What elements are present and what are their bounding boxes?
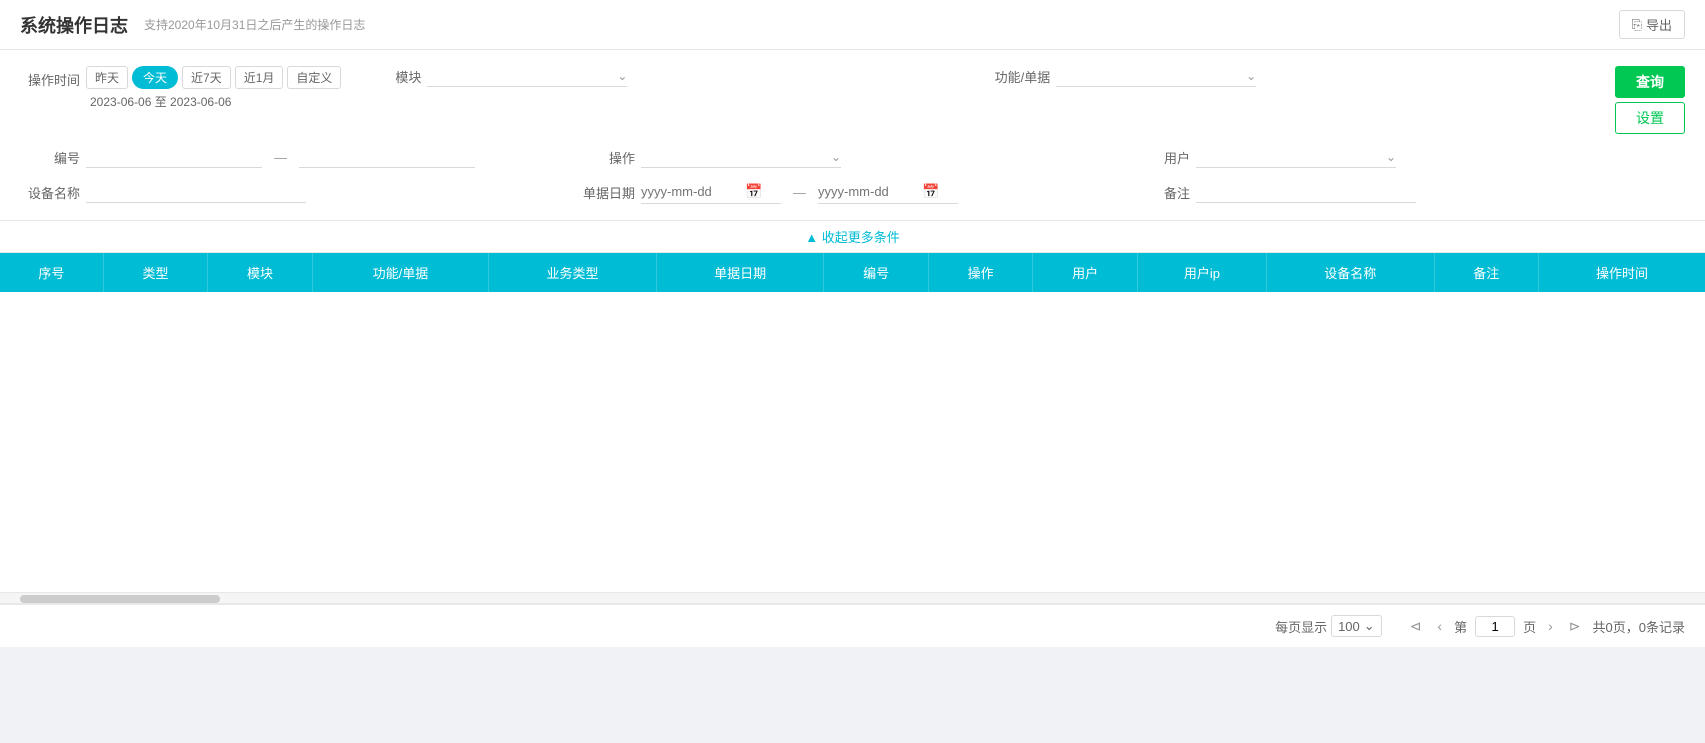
col-userip: 用户ip	[1137, 253, 1266, 292]
module-chevron-icon: ⌄	[617, 69, 627, 83]
time-btn-1month[interactable]: 近1月	[235, 66, 284, 89]
page-size-select[interactable]: 100 ⌄	[1331, 615, 1382, 637]
time-btn-7days[interactable]: 近7天	[182, 66, 231, 89]
col-seq: 序号	[0, 253, 103, 292]
table-header-row: 序号 类型 模块 功能/单据 业务类型 单据日期 编号 操作 用户 用户ip 设…	[0, 253, 1705, 292]
remark-input[interactable]	[1196, 181, 1416, 203]
first-page-button[interactable]: ⊲	[1406, 616, 1426, 637]
total-info: 共0页，0条记录	[1593, 617, 1685, 636]
query-button[interactable]: 查询	[1615, 66, 1685, 98]
settings-button[interactable]: 设置	[1615, 102, 1685, 134]
collapse-label: 收起更多条件	[822, 230, 900, 245]
doc-date-start-wrap: 📅	[641, 180, 781, 204]
remark-label: 备注	[1130, 183, 1190, 202]
export-button[interactable]: ⎘ 导出	[1619, 10, 1685, 39]
time-btn-custom[interactable]: 自定义	[287, 66, 341, 89]
col-num: 编号	[824, 253, 928, 292]
user-select[interactable]: ⌄	[1196, 147, 1396, 168]
doc-date-label: 单据日期	[575, 183, 635, 202]
data-table: 序号 类型 模块 功能/单据 业务类型 单据日期 编号 操作 用户 用户ip 设…	[0, 253, 1705, 292]
num-start-input[interactable]	[86, 146, 262, 168]
per-page-label: 每页显示	[1275, 617, 1327, 636]
col-user: 用户	[1033, 253, 1137, 292]
action-buttons: 查询 设置	[1615, 66, 1685, 134]
next-page-button[interactable]: ›	[1544, 616, 1557, 636]
page-number-input[interactable]	[1475, 616, 1515, 637]
calendar-start-icon[interactable]: 📅	[745, 183, 762, 200]
doc-date-start-input[interactable]	[641, 184, 741, 199]
num-label: 编号	[20, 148, 80, 167]
col-func: 功能/单据	[312, 253, 488, 292]
collapse-bar[interactable]: ▲ 收起更多条件	[0, 221, 1705, 253]
export-icon: ⎘	[1632, 17, 1642, 33]
col-module: 模块	[208, 253, 312, 292]
user-chevron-icon: ⌄	[1386, 150, 1396, 164]
page-size-chevron-icon: ⌄	[1364, 618, 1375, 634]
module-select[interactable]: ⌄	[427, 66, 627, 87]
operation-select[interactable]: ⌄	[641, 147, 841, 168]
scrollbar-thumb[interactable]	[20, 595, 220, 603]
module-label: 模块	[361, 67, 421, 86]
page-subtitle: 支持2020年10月31日之后产生的操作日志	[144, 16, 365, 33]
page-unit: 页	[1523, 617, 1536, 636]
time-label: 操作时间	[20, 66, 80, 89]
doc-date-end-wrap: 📅	[818, 180, 958, 204]
col-op: 操作	[928, 253, 1032, 292]
operation-label: 操作	[575, 148, 635, 167]
func-select[interactable]: ⌄	[1056, 66, 1256, 87]
user-label: 用户	[1130, 148, 1190, 167]
time-btn-yesterday[interactable]: 昨天	[86, 66, 128, 89]
page-label: 第	[1454, 617, 1467, 636]
empty-area	[0, 292, 1705, 592]
device-label: 设备名称	[20, 183, 80, 202]
operation-chevron-icon: ⌄	[831, 150, 841, 164]
col-docdate: 单据日期	[656, 253, 824, 292]
page-header: 系统操作日志 支持2020年10月31日之后产生的操作日志 ⎘ 导出	[0, 0, 1705, 50]
calendar-end-icon[interactable]: 📅	[922, 183, 939, 200]
func-chevron-icon: ⌄	[1246, 69, 1256, 83]
pagination: 每页显示 100 ⌄ ⊲ ‹ 第 页 › ⊳ 共0页，0条记录	[0, 604, 1705, 647]
filter-panel: 操作时间 昨天 今天 近7天 近1月 自定义 2023-06-06 至 2023…	[0, 50, 1705, 221]
page-size-value: 100	[1338, 619, 1360, 634]
table-container: 序号 类型 模块 功能/单据 业务类型 单据日期 编号 操作 用户 用户ip 设…	[0, 253, 1705, 592]
collapse-chevron-icon: ▲	[805, 230, 821, 245]
func-label: 功能/单据	[980, 67, 1050, 86]
col-biztype: 业务类型	[489, 253, 657, 292]
horizontal-scrollbar[interactable]	[0, 592, 1705, 604]
time-btn-today[interactable]: 今天	[132, 66, 178, 89]
prev-page-button[interactable]: ‹	[1433, 616, 1446, 636]
col-device: 设备名称	[1266, 253, 1434, 292]
table-header: 序号 类型 模块 功能/单据 业务类型 单据日期 编号 操作 用户 用户ip 设…	[0, 253, 1705, 292]
page-size-section: 每页显示 100 ⌄	[1275, 615, 1382, 637]
page-title: 系统操作日志	[20, 12, 128, 38]
time-range-display: 2023-06-06 至 2023-06-06	[90, 93, 341, 110]
num-end-input[interactable]	[299, 146, 475, 168]
col-type: 类型	[103, 253, 207, 292]
col-optime: 操作时间	[1539, 253, 1705, 292]
device-input[interactable]	[86, 181, 306, 203]
col-remark: 备注	[1434, 253, 1538, 292]
doc-date-end-input[interactable]	[818, 184, 918, 199]
last-page-button[interactable]: ⊳	[1565, 616, 1585, 637]
